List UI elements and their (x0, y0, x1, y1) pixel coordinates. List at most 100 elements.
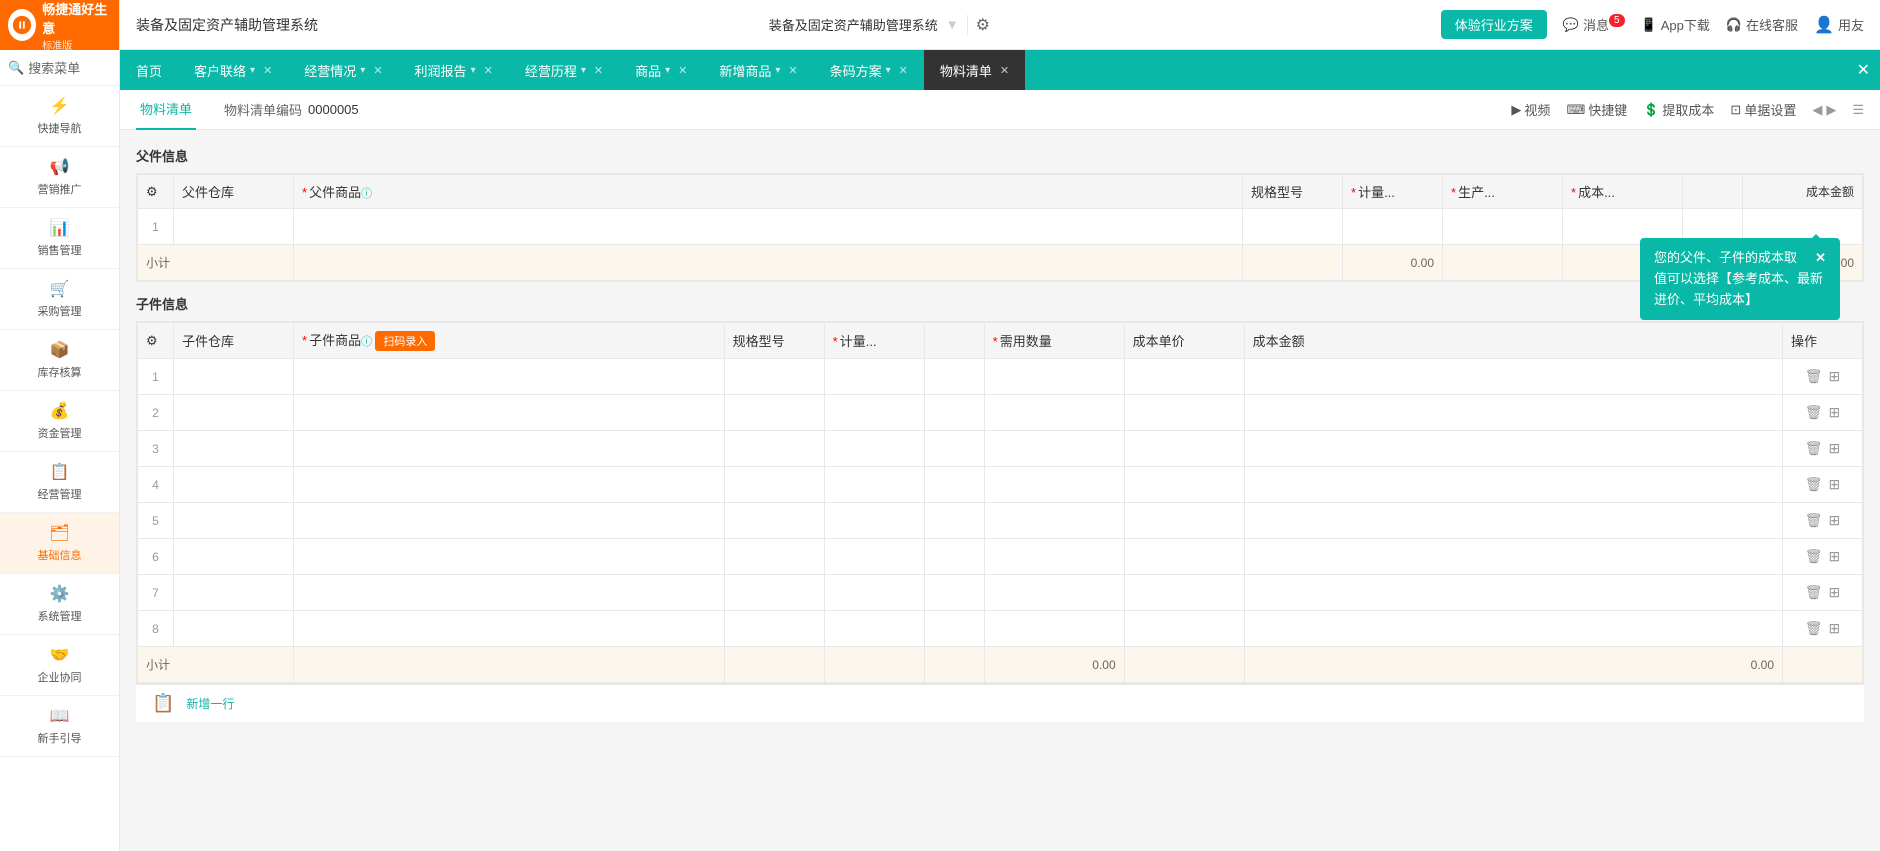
delete-icon-4[interactable]: 🗑 (1805, 476, 1823, 493)
tab-history[interactable]: 经营历程 ▾ ✕ (509, 50, 619, 90)
child-row-1-unit-cost[interactable] (1124, 359, 1244, 395)
child-row-8-warehouse[interactable] (174, 611, 294, 647)
sub-tab-bom[interactable]: 物料清单 (136, 90, 196, 130)
tab-new-goods[interactable]: 新增商品 ▾ ✕ (703, 50, 813, 90)
delete-icon-6[interactable]: 🗑 (1805, 548, 1823, 565)
tab-bom[interactable]: 物料清单 ✕ (924, 50, 1025, 90)
copy-icon-1[interactable]: ⊞ (1829, 368, 1841, 385)
sidebar-item-guide[interactable]: 📖 新手引导 (0, 696, 119, 757)
sidebar-item-operations[interactable]: 📋 经营管理 (0, 452, 119, 513)
copy-icon-5[interactable]: ⊞ (1829, 512, 1841, 529)
sidebar-item-marketing[interactable]: 📢 营销推广 (0, 147, 119, 208)
delete-icon-7[interactable]: 🗑 (1805, 584, 1823, 601)
child-row-7-warehouse[interactable] (174, 575, 294, 611)
tab-history-close[interactable]: ✕ (594, 64, 603, 77)
gear-icon[interactable]: ⚙ (976, 15, 990, 35)
child-row-6-product[interactable] (294, 539, 725, 575)
sidebar-item-sales[interactable]: 📊 销售管理 (0, 208, 119, 269)
tab-goods[interactable]: 商品 ▾ ✕ (619, 50, 703, 90)
th-settings[interactable]: ⚙ (138, 175, 174, 209)
child-row-7-unit-cost[interactable] (1124, 575, 1244, 611)
parent-row-1-produce[interactable] (1443, 209, 1563, 245)
child-row-3-qty[interactable] (984, 431, 1124, 467)
child-row-8-unit[interactable] (824, 611, 924, 647)
tab-profit-close[interactable]: ✕ (484, 64, 493, 77)
scan-input-btn[interactable]: 扫码录入 (375, 331, 435, 351)
tab-profit[interactable]: 利润报告 ▾ ✕ (399, 50, 509, 90)
sidebar-item-quick-nav[interactable]: ⚡ 快捷导航 (0, 86, 119, 147)
doc-settings-btn[interactable]: ⊡ 单据设置 (1730, 100, 1796, 119)
sidebar-item-system[interactable]: ⚙️ 系统管理 (0, 574, 119, 635)
child-row-7-product[interactable] (294, 575, 725, 611)
message-btn[interactable]: 💬 消息 5 (1563, 15, 1625, 34)
child-row-6-warehouse[interactable] (174, 539, 294, 575)
app-download-btn[interactable]: 📱 App下载 (1641, 15, 1710, 34)
nav-right-btn[interactable]: ▶ (1826, 102, 1836, 118)
child-row-4-warehouse[interactable] (174, 467, 294, 503)
tab-home[interactable]: 首页 (120, 50, 178, 90)
child-row-4-spec[interactable] (724, 467, 824, 503)
child-row-7-spec[interactable] (724, 575, 824, 611)
child-row-1-unit[interactable] (824, 359, 924, 395)
child-row-3-product[interactable] (294, 431, 725, 467)
child-row-5-unit[interactable] (824, 503, 924, 539)
child-row-4-unit-cost[interactable] (1124, 467, 1244, 503)
child-row-6-spec[interactable] (724, 539, 824, 575)
child-row-5-qty[interactable] (984, 503, 1124, 539)
user-btn[interactable]: 👤 用友 (1814, 15, 1864, 35)
child-row-2-unit[interactable] (824, 395, 924, 431)
delete-icon-5[interactable]: 🗑 (1805, 512, 1823, 529)
child-row-3-unit[interactable] (824, 431, 924, 467)
tab-operations-close[interactable]: ✕ (373, 64, 382, 77)
copy-icon-3[interactable]: ⊞ (1829, 440, 1841, 457)
experience-btn[interactable]: 体验行业方案 (1441, 10, 1547, 39)
tab-operations[interactable]: 经营情况 ▾ ✕ (288, 50, 398, 90)
sidebar-item-search[interactable]: 🔍 搜索菜单 (0, 50, 119, 86)
child-row-8-spec[interactable] (724, 611, 824, 647)
sidebar-item-purchase[interactable]: 🛒 采购管理 (0, 269, 119, 330)
tab-new-goods-close[interactable]: ✕ (788, 64, 797, 77)
sub-tab-bom-code[interactable]: 物料清单编码 0000005 (220, 90, 363, 130)
tab-goods-close[interactable]: ✕ (678, 64, 687, 77)
child-th-settings[interactable]: ⚙ (138, 323, 174, 359)
child-row-1-qty[interactable] (984, 359, 1124, 395)
parent-row-1-spec[interactable] (1243, 209, 1343, 245)
child-row-6-unit[interactable] (824, 539, 924, 575)
delete-icon-2[interactable]: 🗑 (1805, 404, 1823, 421)
copy-icon-8[interactable]: ⊞ (1829, 620, 1841, 637)
copy-icon-4[interactable]: ⊞ (1829, 476, 1841, 493)
child-row-8-product[interactable] (294, 611, 725, 647)
video-btn[interactable]: ▶ 视频 (1511, 100, 1550, 119)
copy-icon-6[interactable]: ⊞ (1829, 548, 1841, 565)
tooltip-close-btn[interactable]: ✕ (1815, 248, 1826, 269)
delete-icon-1[interactable]: 🗑 (1805, 368, 1823, 385)
sidebar-item-basic-info[interactable]: 🗂 基础信息 (0, 513, 119, 574)
list-view-btn[interactable]: ☰ (1852, 102, 1864, 118)
child-row-5-unit-cost[interactable] (1124, 503, 1244, 539)
child-row-7-unit[interactable] (824, 575, 924, 611)
nav-left-btn[interactable]: ◀ (1812, 102, 1822, 118)
copy-icon-2[interactable]: ⊞ (1829, 404, 1841, 421)
extract-cost-btn[interactable]: 💲 提取成本 (1643, 100, 1714, 119)
delete-icon-3[interactable]: 🗑 (1805, 440, 1823, 457)
child-row-1-spec[interactable] (724, 359, 824, 395)
child-row-8-qty[interactable] (984, 611, 1124, 647)
delete-icon-8[interactable]: 🗑 (1805, 620, 1823, 637)
child-row-4-unit[interactable] (824, 467, 924, 503)
tab-bom-close[interactable]: ✕ (1000, 64, 1009, 77)
parent-row-1-unit[interactable] (1343, 209, 1443, 245)
tab-barcode[interactable]: 条码方案 ▾ ✕ (814, 50, 924, 90)
child-product-info[interactable]: ⓘ (361, 336, 372, 348)
child-row-5-warehouse[interactable] (174, 503, 294, 539)
child-row-6-unit-cost[interactable] (1124, 539, 1244, 575)
child-row-1-product[interactable] (294, 359, 725, 395)
child-row-4-product[interactable] (294, 467, 725, 503)
sidebar-item-inventory[interactable]: 📦 库存核算 (0, 330, 119, 391)
child-row-1-warehouse[interactable] (174, 359, 294, 395)
child-row-3-warehouse[interactable] (174, 431, 294, 467)
child-row-2-unit-cost[interactable] (1124, 395, 1244, 431)
child-row-5-product[interactable] (294, 503, 725, 539)
child-row-6-qty[interactable] (984, 539, 1124, 575)
parent-row-1-warehouse[interactable] (174, 209, 294, 245)
child-row-2-product[interactable] (294, 395, 725, 431)
